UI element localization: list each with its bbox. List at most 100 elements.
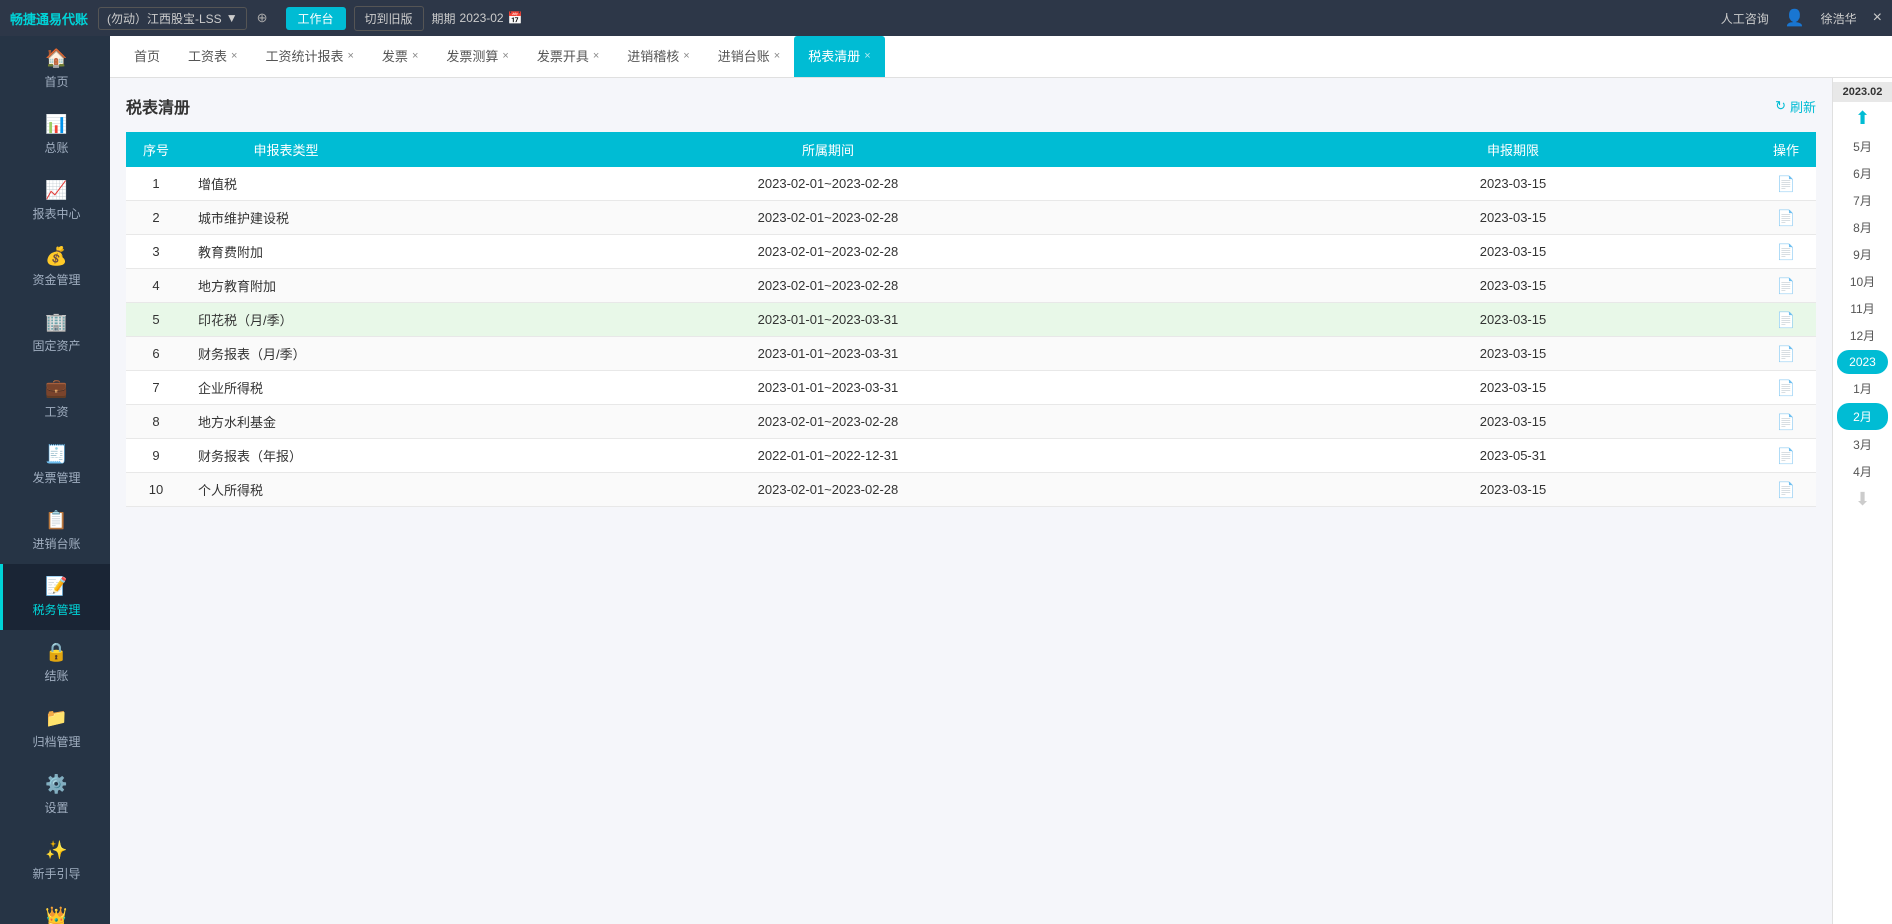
sidebar-item-fund[interactable]: 💰 资金管理 <box>0 234 110 300</box>
tab-purchase-ledger-close[interactable]: × <box>774 50 780 62</box>
sidebar-item-member[interactable]: 👑 畅会员 <box>0 894 110 924</box>
tab-purchase-check-close[interactable]: × <box>683 50 689 62</box>
sidebar-item-close[interactable]: 🔒 结账 <box>0 630 110 696</box>
sidebar-item-archive[interactable]: 📁 归档管理 <box>0 696 110 762</box>
sidebar-label-purchase: 进销台账 <box>32 535 80 552</box>
cal-month-6[interactable]: 6月 <box>1833 160 1892 187</box>
action-view-icon[interactable]: 📄 <box>1777 380 1796 397</box>
cal-month-8[interactable]: 8月 <box>1833 214 1892 241</box>
tab-tax-clear[interactable]: 税表清册 × <box>794 36 884 77</box>
action-view-icon[interactable]: 📄 <box>1777 482 1796 499</box>
sidebar-label-fixed: 固定资产 <box>32 337 80 354</box>
tab-salary-report-close[interactable]: × <box>347 50 353 62</box>
cal-prev-nav[interactable]: ⬆ <box>1851 104 1874 133</box>
cal-year-display: 2023.02 <box>1833 82 1892 102</box>
tab-home[interactable]: 首页 <box>120 36 174 77</box>
fund-icon: 💰 <box>45 246 67 267</box>
cal-year-2023[interactable]: 2023 <box>1837 350 1888 374</box>
sidebar-item-settings[interactable]: ⚙️ 设置 <box>0 762 110 828</box>
sidebar-item-ledger[interactable]: 📊 总账 <box>0 102 110 168</box>
cal-month-1[interactable]: 1月 <box>1833 375 1892 402</box>
tab-invoice-open-close[interactable]: × <box>593 50 599 62</box>
cell-seq: 2 <box>126 201 186 235</box>
sidebar-item-guide[interactable]: ✨ 新手引导 <box>0 828 110 894</box>
cell-action: 📄 <box>1756 405 1816 439</box>
action-view-icon[interactable]: 📄 <box>1777 244 1796 261</box>
tab-invoice-calc-close[interactable]: × <box>502 50 508 62</box>
refresh-button[interactable]: ↻ 刷新 <box>1775 97 1816 116</box>
cal-month-12[interactable]: 12月 <box>1833 322 1892 349</box>
cell-type: 地方水利基金 <box>186 405 386 439</box>
member-icon: 👑 <box>45 906 67 924</box>
tab-invoice-open-label: 发票开具 <box>537 46 589 65</box>
tax-icon: 📝 <box>45 576 67 597</box>
tab-salary-report-label: 工资统计报表 <box>265 46 343 65</box>
cal-month-4[interactable]: 4月 <box>1833 458 1892 485</box>
cell-type: 教育费附加 <box>186 235 386 269</box>
action-view-icon[interactable]: 📄 <box>1777 176 1796 193</box>
cal-month-10[interactable]: 10月 <box>1833 268 1892 295</box>
action-view-icon[interactable]: 📄 <box>1777 278 1796 295</box>
col-header-deadline: 申报期限 <box>1270 132 1756 167</box>
calendar-icon[interactable]: 📅 <box>508 11 523 25</box>
cell-period: 2023-02-01~2023-02-28 <box>386 201 1270 235</box>
table-row: 8地方水利基金2023-02-01~2023-02-282023-03-15📄 <box>126 405 1816 439</box>
action-view-icon[interactable]: 📄 <box>1777 414 1796 431</box>
cal-month-3[interactable]: 3月 <box>1833 431 1892 458</box>
close-button[interactable]: × <box>1873 9 1882 27</box>
sidebar-item-salary[interactable]: 💼 工资 <box>0 366 110 432</box>
action-view-icon[interactable]: 📄 <box>1777 448 1796 465</box>
tab-tax-clear-close[interactable]: × <box>864 50 870 62</box>
tab-purchase-check[interactable]: 进销稽核 × <box>613 36 703 77</box>
period-display: 期期 2023-02 📅 <box>432 10 523 27</box>
company-name: (勿动）江西股宝-LSS <box>107 10 222 27</box>
cell-seq: 6 <box>126 337 186 371</box>
sidebar-item-fixed[interactable]: 🏢 固定资产 <box>0 300 110 366</box>
table-row: 4地方教育附加2023-02-01~2023-02-282023-03-15📄 <box>126 269 1816 303</box>
workbench-button[interactable]: 工作台 <box>286 7 346 30</box>
cal-month-9[interactable]: 9月 <box>1833 241 1892 268</box>
cell-type: 财务报表（年报） <box>186 439 386 473</box>
table-header-row: 序号 申报表类型 所属期间 申报期限 操作 <box>126 132 1816 167</box>
action-view-icon[interactable]: 📄 <box>1777 210 1796 227</box>
cal-month-7[interactable]: 7月 <box>1833 187 1892 214</box>
tab-invoice-close[interactable]: × <box>412 50 418 62</box>
tab-salary[interactable]: 工资表 × <box>174 36 251 77</box>
sidebar-item-purchase[interactable]: 📋 进销台账 <box>0 498 110 564</box>
tab-invoice-open[interactable]: 发票开具 × <box>523 36 613 77</box>
col-header-period: 所属期间 <box>386 132 1270 167</box>
col-header-action: 操作 <box>1756 132 1816 167</box>
tab-invoice-calc[interactable]: 发票测算 × <box>432 36 522 77</box>
tab-bar: 首页 工资表 × 工资统计报表 × 发票 × 发票测算 × 发票开具 × <box>110 36 1892 78</box>
copy-icon[interactable]: ⊕ <box>257 10 268 26</box>
cal-next-nav[interactable]: ⬇ <box>1851 485 1874 514</box>
cal-month-2[interactable]: 2月 <box>1837 403 1888 430</box>
tab-invoice[interactable]: 发票 × <box>368 36 432 77</box>
tab-purchase-ledger-label: 进销台账 <box>718 46 770 65</box>
cal-month-11[interactable]: 11月 <box>1833 295 1892 322</box>
cell-seq: 1 <box>126 167 186 201</box>
action-view-icon[interactable]: 📄 <box>1777 312 1796 329</box>
human-consult[interactable]: 人工咨询 <box>1721 10 1769 27</box>
tab-salary-close[interactable]: × <box>231 50 237 62</box>
sidebar-item-report[interactable]: 📈 报表中心 <box>0 168 110 234</box>
cell-seq: 8 <box>126 405 186 439</box>
sidebar-item-tax[interactable]: 📝 税务管理 <box>0 564 110 630</box>
tab-salary-report[interactable]: 工资统计报表 × <box>251 36 367 77</box>
guide-icon: ✨ <box>45 840 67 861</box>
cell-type: 增值税 <box>186 167 386 201</box>
close-ledger-icon: 🔒 <box>45 642 67 663</box>
tab-purchase-ledger[interactable]: 进销台账 × <box>704 36 794 77</box>
switch-old-button[interactable]: 切到旧版 <box>354 6 424 31</box>
ledger-icon: 📊 <box>45 114 67 135</box>
cal-month-5[interactable]: 5月 <box>1833 133 1892 160</box>
cell-period: 2023-02-01~2023-02-28 <box>386 167 1270 201</box>
refresh-icon: ↻ <box>1775 98 1786 114</box>
action-view-icon[interactable]: 📄 <box>1777 346 1796 363</box>
sidebar-item-home[interactable]: 🏠 首页 <box>0 36 110 102</box>
sidebar-item-invoice[interactable]: 🧾 发票管理 <box>0 432 110 498</box>
company-selector[interactable]: (勿动）江西股宝-LSS ▼ <box>98 7 247 30</box>
sidebar-label-settings: 设置 <box>44 799 68 816</box>
cell-type: 企业所得税 <box>186 371 386 405</box>
report-icon: 📈 <box>45 180 67 201</box>
